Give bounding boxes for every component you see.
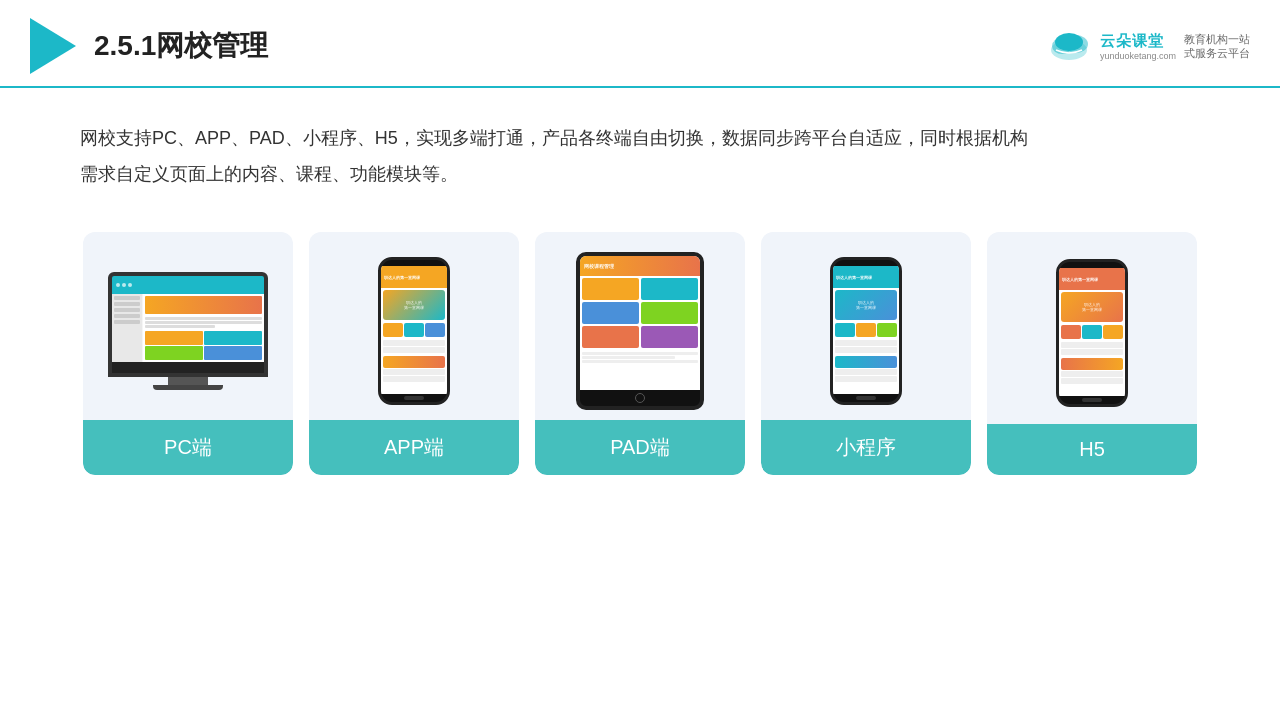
card-app: 职达人的第一堂网课 职达人的第一堂网课	[309, 232, 519, 475]
header-left: 2.5.1网校管理	[30, 18, 268, 74]
card-pad-image: 网校课程管理	[535, 232, 745, 420]
phone-device-h5-icon: 职达人的第一堂网课 职达人的第一堂网课	[1056, 259, 1128, 407]
card-miniapp-image: 职达人的第一堂网课 职达人的第一堂网课	[761, 232, 971, 420]
svg-point-3	[1055, 33, 1083, 51]
brand-name: 云朵课堂	[1100, 32, 1176, 51]
card-miniapp: 职达人的第一堂网课 职达人的第一堂网课	[761, 232, 971, 475]
page-title: 2.5.1网校管理	[94, 27, 268, 65]
phone-device-miniapp-icon: 职达人的第一堂网课 职达人的第一堂网课	[830, 257, 902, 405]
page-header: 2.5.1网校管理 云朵课堂 yunduoketang.com 教育机构一站式服…	[0, 0, 1280, 88]
pc-device-icon	[108, 272, 268, 390]
header-right: 云朵课堂 yunduoketang.com 教育机构一站式服务云平台	[1044, 28, 1250, 64]
card-pad: 网校课程管理	[535, 232, 745, 475]
brand-tagline: 教育机构一站式服务云平台	[1184, 32, 1250, 61]
card-app-label: APP端	[309, 420, 519, 475]
logo-triangle-icon	[30, 18, 76, 74]
card-pc: PC端	[83, 232, 293, 475]
tablet-device-icon: 网校课程管理	[576, 252, 704, 410]
brand-text-block: 云朵课堂 yunduoketang.com	[1100, 32, 1176, 61]
cloud-icon	[1044, 28, 1094, 64]
card-pad-label: PAD端	[535, 420, 745, 475]
card-pc-label: PC端	[83, 420, 293, 475]
brand-logo: 云朵课堂 yunduoketang.com 教育机构一站式服务云平台	[1044, 28, 1250, 64]
cards-container: PC端 职达人的第一堂网课 职达人的第一堂网课	[0, 212, 1280, 505]
card-h5-label: H5	[987, 424, 1197, 475]
card-h5: 职达人的第一堂网课 职达人的第一堂网课	[987, 232, 1197, 475]
brand-url: yunduoketang.com	[1100, 51, 1176, 61]
card-miniapp-label: 小程序	[761, 420, 971, 475]
card-pc-image	[83, 232, 293, 420]
card-app-image: 职达人的第一堂网课 职达人的第一堂网课	[309, 232, 519, 420]
description-text: 网校支持PC、APP、PAD、小程序、H5，实现多端打通，产品各终端自由切换，数…	[0, 88, 1280, 212]
phone-device-app-icon: 职达人的第一堂网课 职达人的第一堂网课	[378, 257, 450, 405]
card-h5-image: 职达人的第一堂网课 职达人的第一堂网课	[987, 232, 1197, 424]
